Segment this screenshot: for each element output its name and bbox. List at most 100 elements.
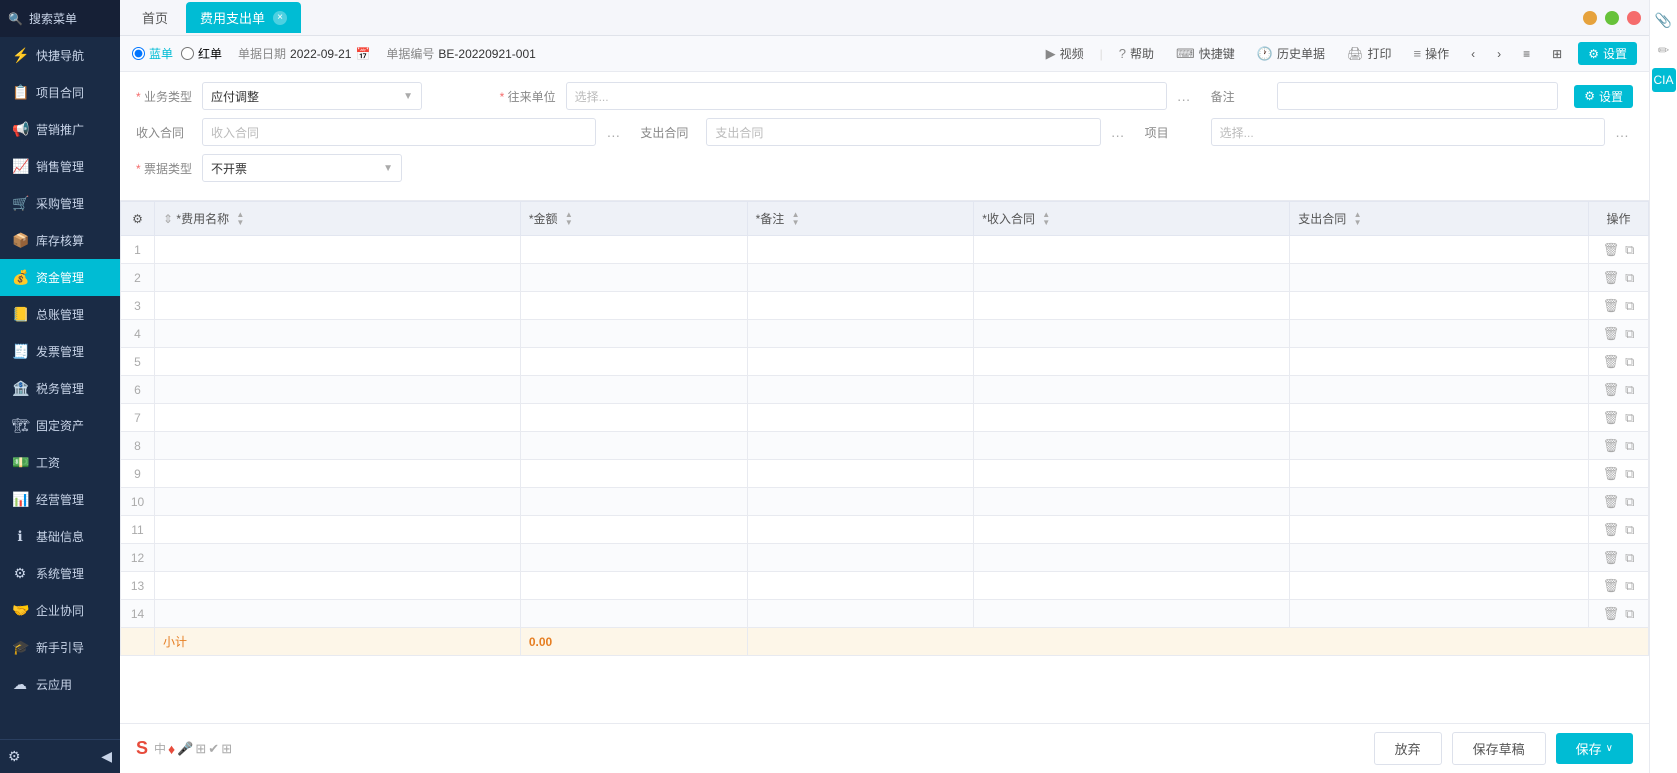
- brand-diamond-icon[interactable]: ♦: [168, 741, 175, 757]
- tab-expense[interactable]: 费用支出单×: [186, 2, 301, 33]
- copy-icon[interactable]: ⧉: [1625, 410, 1634, 426]
- print-btn[interactable]: 🖨 打印: [1341, 43, 1398, 64]
- expense-name-cell[interactable]: [155, 572, 521, 600]
- project-input[interactable]: 选择...: [1211, 118, 1605, 146]
- action-btn[interactable]: ≡ 操作: [1408, 43, 1456, 64]
- expense-name-cell[interactable]: [155, 488, 521, 516]
- sort-icons-expense-contract[interactable]: ▲▼: [1354, 211, 1362, 227]
- note-cell[interactable]: [747, 292, 974, 320]
- delete-icon[interactable]: 🗑: [1603, 354, 1620, 370]
- amount-cell[interactable]: [520, 488, 747, 516]
- delete-icon[interactable]: 🗑: [1603, 438, 1620, 454]
- copy-icon[interactable]: ⧉: [1625, 326, 1634, 342]
- edit-icon[interactable]: ✏: [1652, 38, 1676, 62]
- expense-name-cell[interactable]: [155, 460, 521, 488]
- partner-input[interactable]: 选择...: [566, 82, 1167, 110]
- brand-check-icon[interactable]: ✔: [208, 741, 219, 757]
- sidebar-item-ledger-mgmt[interactable]: 📒 总账管理: [0, 296, 120, 333]
- amount-cell[interactable]: [520, 292, 747, 320]
- copy-icon[interactable]: ⧉: [1625, 298, 1634, 314]
- expense-contract-cell[interactable]: [1290, 460, 1589, 488]
- sidebar-item-cloud-apps[interactable]: ☁ 云应用: [0, 666, 120, 703]
- settings-icon[interactable]: ⚙: [8, 748, 21, 765]
- expense-name-cell[interactable]: [155, 600, 521, 628]
- sidebar-item-tax-mgmt[interactable]: 🏦 税务管理: [0, 370, 120, 407]
- copy-icon[interactable]: ⧉: [1625, 382, 1634, 398]
- red-radio-label[interactable]: 红单: [181, 45, 222, 62]
- sidebar-item-ops-mgmt[interactable]: 📊 经营管理: [0, 481, 120, 518]
- amount-cell[interactable]: [520, 572, 747, 600]
- sidebar-item-sales-promo[interactable]: 📢 营销推广: [0, 111, 120, 148]
- amount-cell[interactable]: [520, 348, 747, 376]
- save-button[interactable]: 保存 ∨: [1556, 733, 1633, 764]
- business-type-select[interactable]: 应付调整 ▼: [202, 82, 422, 110]
- expense-name-cell[interactable]: [155, 264, 521, 292]
- blue-radio-label[interactable]: 蓝单: [132, 45, 173, 62]
- save-draft-button[interactable]: 保存草稿: [1452, 732, 1546, 765]
- sidebar-item-corp-collab[interactable]: 🤝 企业协同: [0, 592, 120, 629]
- amount-cell[interactable]: [520, 516, 747, 544]
- expense-contract-cell[interactable]: [1290, 516, 1589, 544]
- copy-icon[interactable]: ⧉: [1625, 242, 1634, 258]
- expense-name-cell[interactable]: [155, 320, 521, 348]
- help-btn[interactable]: ? 帮助: [1113, 43, 1160, 64]
- partner-dots-btn[interactable]: …: [1173, 88, 1195, 104]
- shortcut-btn[interactable]: ⌨ 快捷键: [1170, 43, 1241, 64]
- sidebar-item-payroll[interactable]: 💵 工资: [0, 444, 120, 481]
- note-cell[interactable]: [747, 516, 974, 544]
- expense-contract-cell[interactable]: [1290, 432, 1589, 460]
- amount-cell[interactable]: [520, 600, 747, 628]
- expense-name-cell[interactable]: [155, 544, 521, 572]
- settings-btn-right[interactable]: ⚙ 设置: [1574, 85, 1633, 108]
- brand-grid-icon[interactable]: ⊞: [195, 741, 206, 757]
- note-cell[interactable]: [747, 432, 974, 460]
- amount-cell[interactable]: [520, 264, 747, 292]
- copy-icon[interactable]: ⧉: [1625, 354, 1634, 370]
- expense-contract-cell[interactable]: [1290, 376, 1589, 404]
- delete-icon[interactable]: 🗑: [1603, 242, 1620, 258]
- copy-icon[interactable]: ⧉: [1625, 606, 1634, 622]
- expense-contract-cell[interactable]: [1290, 488, 1589, 516]
- sort-icon-left[interactable]: ⇕: [163, 212, 173, 226]
- expense-contract-cell[interactable]: [1290, 292, 1589, 320]
- delete-icon[interactable]: 🗑: [1603, 606, 1620, 622]
- remark-input[interactable]: [1277, 82, 1559, 110]
- income-contract-input[interactable]: 收入合同: [202, 118, 596, 146]
- amount-cell[interactable]: [520, 544, 747, 572]
- attachment-icon[interactable]: 📎: [1652, 8, 1676, 32]
- sidebar-item-quick-nav[interactable]: ⚡ 快捷导航: [0, 37, 120, 74]
- expense-name-cell[interactable]: [155, 348, 521, 376]
- income-contract-cell[interactable]: [974, 432, 1290, 460]
- expense-contract-cell[interactable]: [1290, 600, 1589, 628]
- income-contract-cell[interactable]: [974, 572, 1290, 600]
- amount-cell[interactable]: [520, 236, 747, 264]
- project-dots[interactable]: …: [1611, 124, 1633, 140]
- copy-icon[interactable]: ⧉: [1625, 522, 1634, 538]
- note-cell[interactable]: [747, 348, 974, 376]
- expense-contract-dots[interactable]: …: [1107, 124, 1129, 140]
- sidebar-item-sales-mgmt[interactable]: 📈 销售管理: [0, 148, 120, 185]
- sidebar-item-new-guide[interactable]: 🎓 新手引导: [0, 629, 120, 666]
- history-btn[interactable]: 🕐 历史单据: [1251, 43, 1331, 64]
- delete-icon[interactable]: 🗑: [1603, 326, 1620, 342]
- maximize-button[interactable]: [1605, 11, 1619, 25]
- sidebar-item-invoice-mgmt[interactable]: 🧾 发票管理: [0, 333, 120, 370]
- copy-icon[interactable]: ⧉: [1625, 494, 1634, 510]
- note-cell[interactable]: [747, 600, 974, 628]
- next-btn[interactable]: ›: [1491, 45, 1507, 63]
- delete-icon[interactable]: 🗑: [1603, 578, 1620, 594]
- sort-icons-note[interactable]: ▲▼: [792, 211, 800, 227]
- note-cell[interactable]: [747, 320, 974, 348]
- expense-contract-cell[interactable]: [1290, 320, 1589, 348]
- copy-icon[interactable]: ⧉: [1625, 438, 1634, 454]
- sort-icons-income[interactable]: ▲▼: [1042, 211, 1050, 227]
- list-view-btn[interactable]: ≡: [1517, 45, 1536, 63]
- note-cell[interactable]: [747, 544, 974, 572]
- sidebar-item-fund-mgmt[interactable]: 💰 资金管理: [0, 259, 120, 296]
- income-contract-cell[interactable]: [974, 320, 1290, 348]
- expense-name-cell[interactable]: [155, 376, 521, 404]
- brand-middle-icon[interactable]: 中: [154, 740, 166, 757]
- expense-contract-cell[interactable]: [1290, 572, 1589, 600]
- collapse-icon[interactable]: ◀: [101, 748, 112, 765]
- save-dropdown-icon[interactable]: ∨: [1606, 743, 1613, 754]
